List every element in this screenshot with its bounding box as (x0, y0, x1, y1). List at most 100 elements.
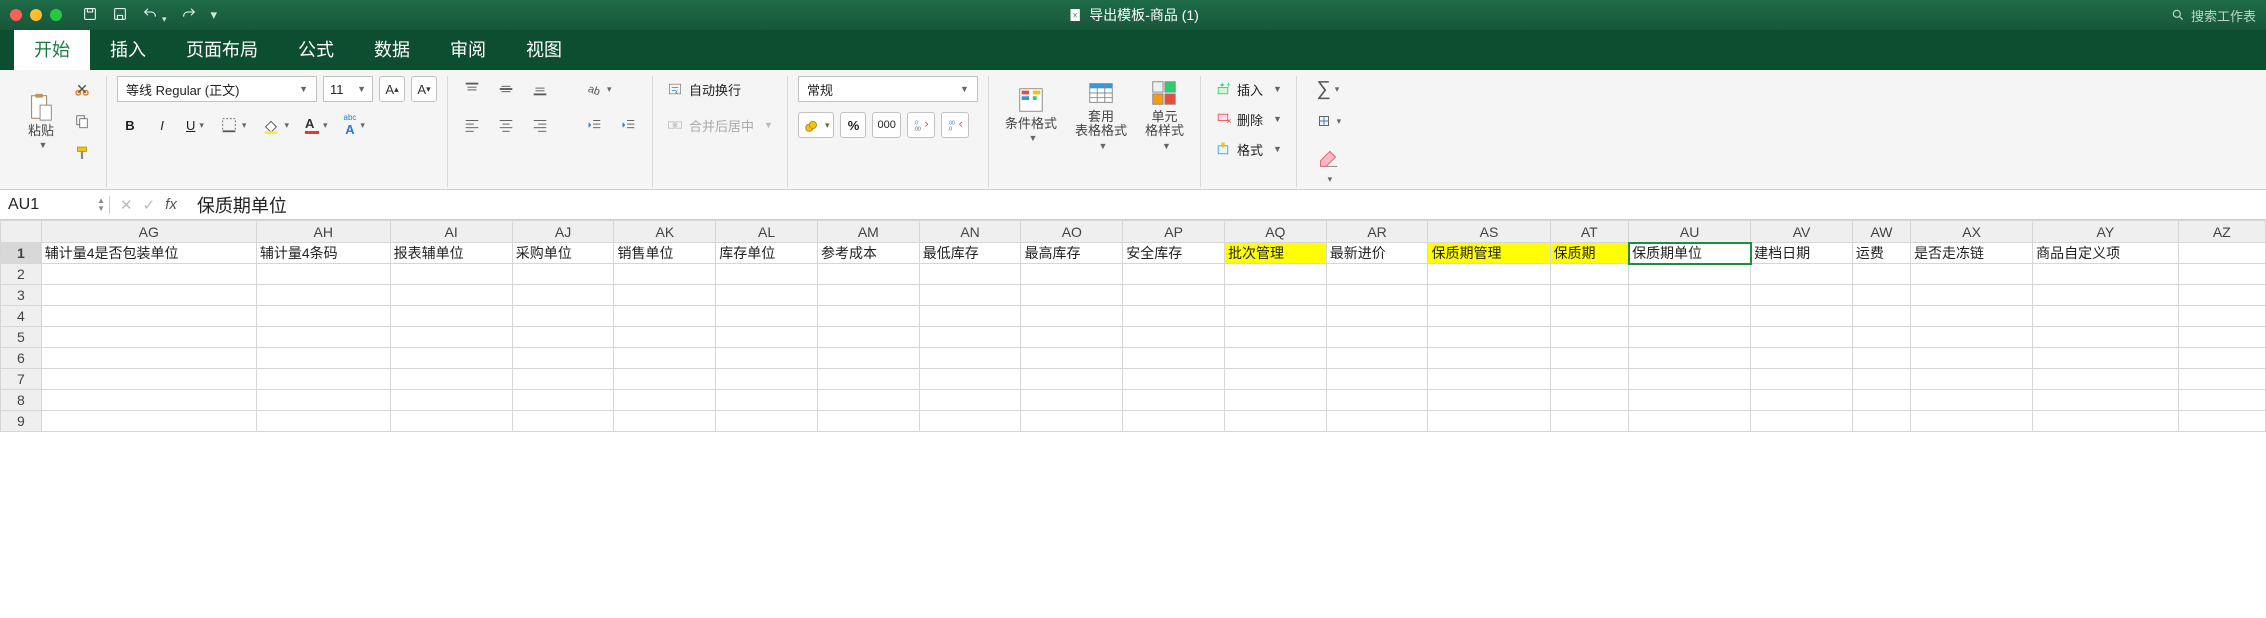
cell-AZ4[interactable] (2178, 306, 2265, 327)
tab-审阅[interactable]: 审阅 (430, 27, 506, 70)
col-header-AW[interactable]: AW (1852, 221, 1910, 243)
cell-AY5[interactable] (2033, 327, 2178, 348)
cell-AH8[interactable] (256, 390, 390, 411)
cell-AX2[interactable] (1911, 264, 2033, 285)
cell-AR7[interactable] (1326, 369, 1428, 390)
increase-decimal-button[interactable]: .0.00 (907, 112, 935, 138)
cell-AV6[interactable] (1751, 348, 1853, 369)
cell-AN3[interactable] (919, 285, 1021, 306)
fill-button[interactable]: ▾ (1307, 108, 1349, 134)
cell-AR9[interactable] (1326, 411, 1428, 432)
cell-AM5[interactable] (817, 327, 919, 348)
row-header-9[interactable]: 9 (1, 411, 42, 432)
align-right-button[interactable] (526, 112, 554, 138)
cell-AM1[interactable]: 参考成本 (817, 243, 919, 264)
cell-AW5[interactable] (1852, 327, 1910, 348)
cell-AV9[interactable] (1751, 411, 1853, 432)
tab-公式[interactable]: 公式 (278, 27, 354, 70)
col-header-AK[interactable]: AK (614, 221, 716, 243)
tab-插入[interactable]: 插入 (90, 27, 166, 70)
cell-AN2[interactable] (919, 264, 1021, 285)
cell-AT5[interactable] (1550, 327, 1629, 348)
cell-AM2[interactable] (817, 264, 919, 285)
cell-AO1[interactable]: 最高库存 (1021, 243, 1123, 264)
cell-AU6[interactable] (1629, 348, 1751, 369)
format-painter-button[interactable] (68, 140, 96, 166)
cell-AU3[interactable] (1629, 285, 1751, 306)
cell-AR5[interactable] (1326, 327, 1428, 348)
cell-AQ8[interactable] (1224, 390, 1326, 411)
undo-icon[interactable]: ▾ (142, 6, 167, 25)
cell-AS1[interactable]: 保质期管理 (1428, 243, 1550, 264)
cell-AW2[interactable] (1852, 264, 1910, 285)
cell-AH3[interactable] (256, 285, 390, 306)
col-header-AX[interactable]: AX (1911, 221, 2033, 243)
cell-AG6[interactable] (41, 348, 256, 369)
cell-AK9[interactable] (614, 411, 716, 432)
col-header-AJ[interactable]: AJ (512, 221, 614, 243)
cell-AY7[interactable] (2033, 369, 2178, 390)
align-middle-button[interactable] (492, 76, 520, 102)
qat-customize-icon[interactable]: ▾ (211, 7, 218, 23)
tab-视图[interactable]: 视图 (506, 27, 582, 70)
close-window-button[interactable] (10, 9, 22, 21)
cell-AX8[interactable] (1911, 390, 2033, 411)
cell-AI4[interactable] (390, 306, 512, 327)
cell-AL3[interactable] (716, 285, 818, 306)
cell-AY6[interactable] (2033, 348, 2178, 369)
col-header-AH[interactable]: AH (256, 221, 390, 243)
name-box[interactable]: AU1 ▲▼ (0, 196, 110, 214)
cell-AI3[interactable] (390, 285, 512, 306)
cell-AG2[interactable] (41, 264, 256, 285)
italic-button[interactable]: I (149, 112, 175, 138)
cell-AW8[interactable] (1852, 390, 1910, 411)
cell-AK5[interactable] (614, 327, 716, 348)
cell-AX5[interactable] (1911, 327, 2033, 348)
cell-AJ8[interactable] (512, 390, 614, 411)
row-header-3[interactable]: 3 (1, 285, 42, 306)
tab-数据[interactable]: 数据 (354, 27, 430, 70)
cell-AH5[interactable] (256, 327, 390, 348)
cell-AI6[interactable] (390, 348, 512, 369)
col-header-AT[interactable]: AT (1550, 221, 1629, 243)
tab-页面布局[interactable]: 页面布局 (166, 27, 278, 70)
decrease-font-button[interactable]: A▾ (411, 76, 437, 102)
font-family-select[interactable]: 等线 Regular (正文)▼ (117, 76, 317, 102)
cell-AT1[interactable]: 保质期 (1550, 243, 1629, 264)
cell-AS9[interactable] (1428, 411, 1550, 432)
cell-AO5[interactable] (1021, 327, 1123, 348)
cell-AV4[interactable] (1751, 306, 1853, 327)
cell-AT9[interactable] (1550, 411, 1629, 432)
orientation-button[interactable]: ab▾ (580, 76, 617, 102)
cell-AO8[interactable] (1021, 390, 1123, 411)
cell-AN7[interactable] (919, 369, 1021, 390)
cell-AW6[interactable] (1852, 348, 1910, 369)
cell-AZ6[interactable] (2178, 348, 2265, 369)
cell-AH4[interactable] (256, 306, 390, 327)
insert-cells-button[interactable]: + 插入▼ (1211, 76, 1286, 102)
font-size-select[interactable]: 11▼ (323, 76, 373, 102)
autosum-button[interactable]: ∑▾ (1307, 76, 1349, 102)
clear-button[interactable]: ▾ (1307, 140, 1349, 187)
delete-cells-button[interactable]: × 删除▼ (1211, 106, 1286, 132)
cell-AY1[interactable]: 商品自定义项 (2033, 243, 2178, 264)
cell-AS6[interactable] (1428, 348, 1550, 369)
col-header-AM[interactable]: AM (817, 221, 919, 243)
row-header-7[interactable]: 7 (1, 369, 42, 390)
cell-AL8[interactable] (716, 390, 818, 411)
cell-AR1[interactable]: 最新进价 (1326, 243, 1428, 264)
cell-styles-button[interactable]: 单元 格样式 ▼ (1139, 76, 1190, 153)
cell-AN9[interactable] (919, 411, 1021, 432)
cell-AM6[interactable] (817, 348, 919, 369)
align-left-button[interactable] (458, 112, 486, 138)
cell-AP3[interactable] (1123, 285, 1225, 306)
spreadsheet-grid[interactable]: AGAHAIAJAKALAMANAOAPAQARASATAUAVAWAXAYAZ… (0, 220, 2266, 432)
cell-AG7[interactable] (41, 369, 256, 390)
cell-AY2[interactable] (2033, 264, 2178, 285)
cell-AO3[interactable] (1021, 285, 1123, 306)
cell-AN4[interactable] (919, 306, 1021, 327)
cell-AX4[interactable] (1911, 306, 2033, 327)
merge-center-button[interactable]: 合并后居中 ▼ (663, 112, 777, 138)
cell-AJ4[interactable] (512, 306, 614, 327)
cell-AQ9[interactable] (1224, 411, 1326, 432)
